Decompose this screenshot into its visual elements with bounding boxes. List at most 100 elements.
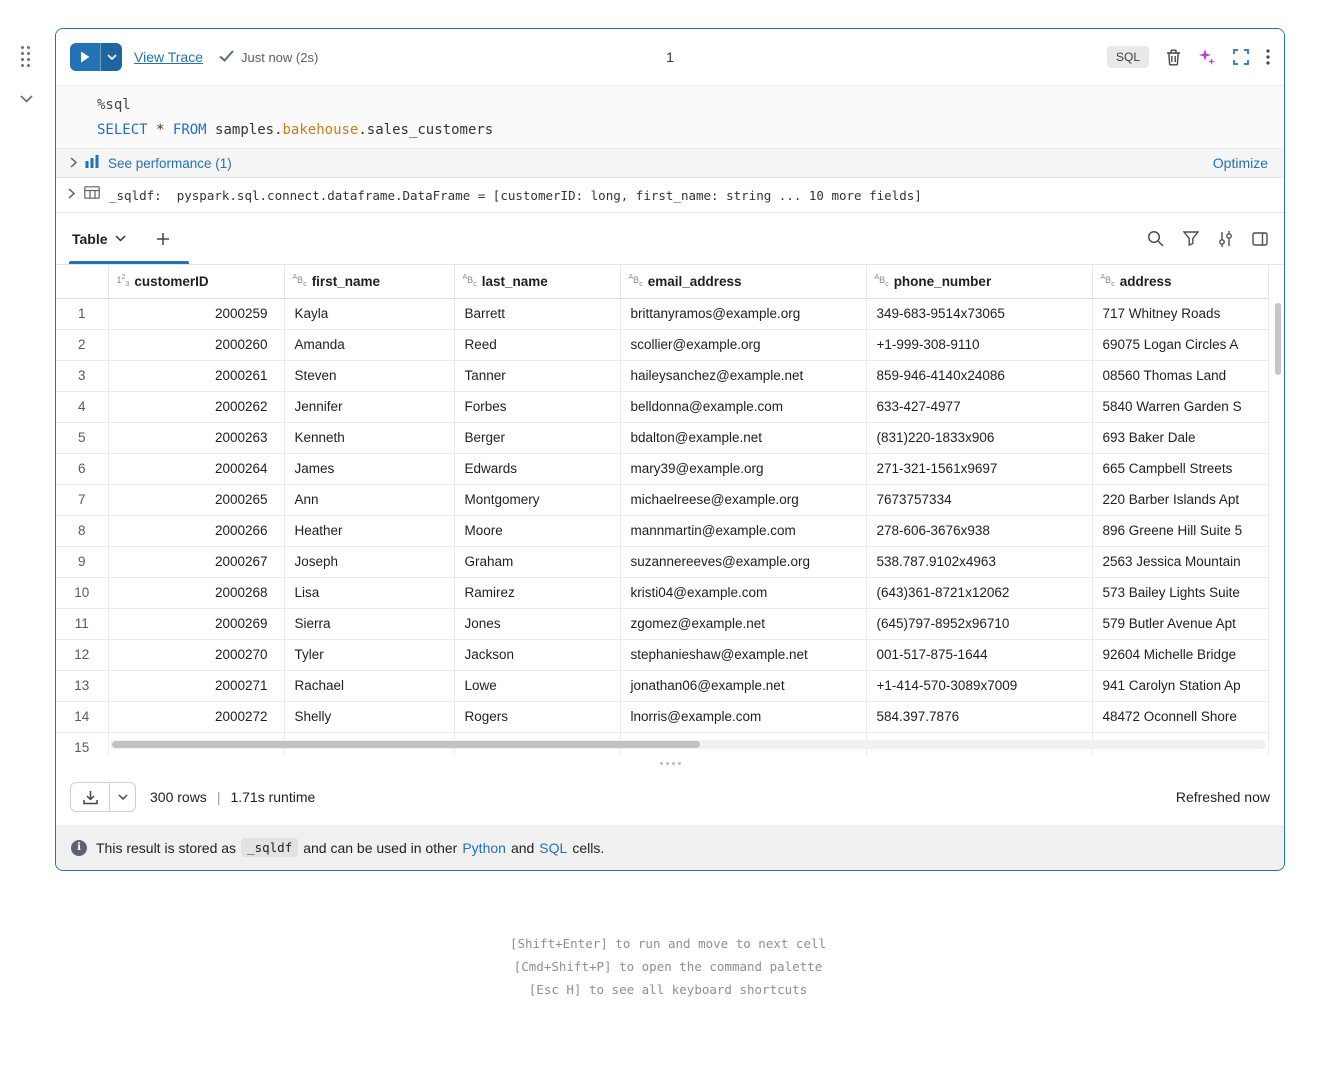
table-cell[interactable]: 271-321-1561x9697 [866, 453, 1092, 484]
column-header-first_name[interactable]: ABcfirst_name [284, 265, 454, 298]
table-cell[interactable]: 2000259 [108, 298, 284, 329]
table-cell[interactable]: Barrett [454, 298, 620, 329]
code-editor[interactable]: %sql SELECT * FROM samples.bakehouse.sal… [56, 85, 1284, 178]
download-icon[interactable] [71, 783, 109, 811]
filter-icon[interactable] [1183, 231, 1199, 246]
table-cell[interactable]: 693 Baker Dale [1092, 422, 1268, 453]
table-cell[interactable]: 92604 Michelle Bridge [1092, 639, 1268, 670]
table-cell[interactable]: 717 Whitney Roads [1092, 298, 1268, 329]
table-cell[interactable]: 2000272 [108, 701, 284, 732]
table-cell[interactable]: Heather [284, 515, 454, 546]
table-cell[interactable]: (645)797-8952x96710 [866, 608, 1092, 639]
table-cell[interactable]: 859-946-4140x24086 [866, 360, 1092, 391]
table-cell[interactable]: 665 Campbell Streets [1092, 453, 1268, 484]
table-cell[interactable]: Shelly [284, 701, 454, 732]
summary-expander-chevron-icon[interactable] [68, 186, 75, 204]
table-cell[interactable]: 278-606-3676x938 [866, 515, 1092, 546]
language-selector[interactable]: SQL [1107, 46, 1149, 68]
drag-handle-icon[interactable] [21, 46, 31, 68]
column-header-customerID[interactable]: 123customerID [108, 265, 284, 298]
view-trace-link[interactable]: View Trace [134, 49, 203, 65]
vertical-scrollbar-thumb[interactable] [1275, 303, 1281, 375]
code-line-magic[interactable]: %sql [56, 93, 1284, 118]
table-cell[interactable]: +1-999-308-9110 [866, 329, 1092, 360]
table-cell[interactable]: Sierra [284, 608, 454, 639]
table-cell[interactable]: 69075 Logan Circles A [1092, 329, 1268, 360]
table-cell[interactable]: Lowe [454, 670, 620, 701]
table-cell[interactable]: 2000266 [108, 515, 284, 546]
download-options-chevron-icon[interactable] [109, 783, 135, 811]
table-cell[interactable]: stephanieshaw@example.net [620, 639, 866, 670]
table-cell[interactable]: Rachael [284, 670, 454, 701]
table-cell[interactable]: Ramirez [454, 577, 620, 608]
see-performance-link[interactable]: See performance (1) [108, 156, 232, 171]
layout-panel-icon[interactable] [1252, 232, 1268, 246]
column-header-phone_number[interactable]: ABcphone_number [866, 265, 1092, 298]
table-cell[interactable]: 941 Carolyn Station Ap [1092, 670, 1268, 701]
table-cell[interactable]: michaelreese@example.org [620, 484, 866, 515]
table-cell[interactable]: Montgomery [454, 484, 620, 515]
download-split-button[interactable] [70, 782, 136, 812]
table-cell[interactable]: mary39@example.org [620, 453, 866, 484]
run-options-chevron-icon[interactable] [100, 43, 122, 71]
table-cell[interactable]: 2000262 [108, 391, 284, 422]
table-cell[interactable]: 896 Greene Hill Suite 5 [1092, 515, 1268, 546]
table-cell[interactable]: Jennifer [284, 391, 454, 422]
table-cell[interactable]: 2563 Jessica Mountain [1092, 546, 1268, 577]
table-cell[interactable]: brittanyramos@example.org [620, 298, 866, 329]
table-cell[interactable]: Joseph [284, 546, 454, 577]
table-cell[interactable]: 349-683-9514x73065 [866, 298, 1092, 329]
table-cell[interactable]: belldonna@example.com [620, 391, 866, 422]
table-cell[interactable]: 633-427-4977 [866, 391, 1092, 422]
horizontal-scrollbar-track[interactable] [110, 740, 1266, 749]
table-cell[interactable]: Steven [284, 360, 454, 391]
table-cell[interactable]: 573 Bailey Lights Suite [1092, 577, 1268, 608]
table-cell[interactable]: Graham [454, 546, 620, 577]
table-cell[interactable]: Edwards [454, 453, 620, 484]
table-cell[interactable]: mannmartin@example.com [620, 515, 866, 546]
table-resize-handle[interactable] [56, 757, 1284, 769]
table-cell[interactable]: Tanner [454, 360, 620, 391]
table-cell[interactable]: 2000271 [108, 670, 284, 701]
table-cell[interactable]: bdalton@example.net [620, 422, 866, 453]
table-cell[interactable]: 584.397.7876 [866, 701, 1092, 732]
table-cell[interactable]: Lisa [284, 577, 454, 608]
table-cell[interactable]: scollier@example.org [620, 329, 866, 360]
expand-cell-icon[interactable] [1233, 49, 1249, 65]
table-cell[interactable]: 2000263 [108, 422, 284, 453]
table-cell[interactable]: 7673757334 [866, 484, 1092, 515]
table-cell[interactable]: 5840 Warren Garden S [1092, 391, 1268, 422]
column-header-address[interactable]: ABcaddress [1092, 265, 1268, 298]
table-cell[interactable]: Tyler [284, 639, 454, 670]
column-header-last_name[interactable]: ABclast_name [454, 265, 620, 298]
optimize-link[interactable]: Optimize [1213, 155, 1268, 171]
table-cell[interactable]: Reed [454, 329, 620, 360]
table-cell[interactable]: 2000265 [108, 484, 284, 515]
table-cell[interactable]: 2000261 [108, 360, 284, 391]
table-cell[interactable]: James [284, 453, 454, 484]
table-cell[interactable]: Kayla [284, 298, 454, 329]
table-cell[interactable]: 220 Barber Islands Apt [1092, 484, 1268, 515]
table-cell[interactable]: +1-414-570-3089x7009 [866, 670, 1092, 701]
table-cell[interactable]: 579 Butler Avenue Apt [1092, 608, 1268, 639]
table-cell[interactable]: jonathan06@example.net [620, 670, 866, 701]
search-icon[interactable] [1147, 230, 1164, 247]
table-cell[interactable]: Jackson [454, 639, 620, 670]
table-cell[interactable]: (643)361-8721x12062 [866, 577, 1092, 608]
code-line-sql[interactable]: SELECT * FROM samples.bakehouse.sales_cu… [56, 118, 1284, 143]
table-cell[interactable]: Ann [284, 484, 454, 515]
table-cell[interactable]: kristi04@example.com [620, 577, 866, 608]
table-cell[interactable]: (831)220-1833x906 [866, 422, 1092, 453]
table-cell[interactable]: 2000260 [108, 329, 284, 360]
collapse-cell-chevron-icon[interactable] [20, 90, 33, 108]
table-cell[interactable]: lnorris@example.com [620, 701, 866, 732]
table-cell[interactable]: 001-517-875-1644 [866, 639, 1092, 670]
add-visualization-icon[interactable] [156, 232, 170, 246]
cell-menu-kebab-icon[interactable] [1266, 49, 1270, 65]
table-cell[interactable]: Forbes [454, 391, 620, 422]
column-header-email_address[interactable]: ABcemail_address [620, 265, 866, 298]
table-cell[interactable]: 2000264 [108, 453, 284, 484]
table-cell[interactable]: suzannereeves@example.org [620, 546, 866, 577]
table-cell[interactable]: 2000270 [108, 639, 284, 670]
sql-link[interactable]: SQL [539, 840, 567, 856]
